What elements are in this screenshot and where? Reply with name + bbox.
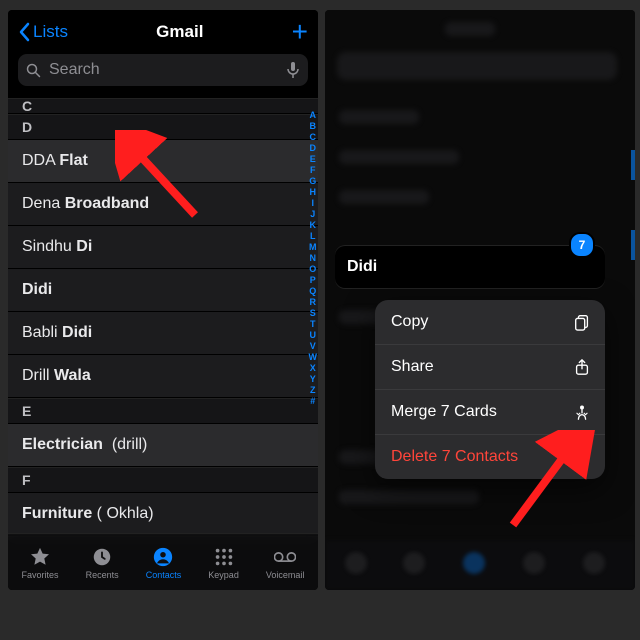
back-label: Lists [33,22,68,42]
copy-icon [573,313,591,331]
contact-row[interactable]: Furniture ( Okhla) [8,493,318,536]
page-title: Gmail [156,22,203,42]
tab-contacts[interactable]: Contacts [146,546,182,580]
contacts-list[interactable]: C D DDA Flat Dena Broadband Sindhu Di Di… [8,98,318,540]
index-letter[interactable]: Q [309,286,316,297]
menu-merge[interactable]: Merge 7 Cards [375,390,605,435]
add-contact-button[interactable]: + [292,18,308,46]
contact-row[interactable]: Dena Broadband [8,183,318,226]
index-letter[interactable]: V [310,341,316,352]
contacts-list-screen: Lists Gmail + C D DDA Flat Dena Broadban… [8,10,318,590]
selection-count-badge: 7 [569,232,595,258]
menu-delete[interactable]: Delete 7 Contacts [375,435,605,479]
tab-voicemail[interactable]: Voicemail [266,546,305,580]
contact-row[interactable]: DDA Flat [8,140,318,183]
tab-keypad[interactable]: Keypad [208,546,239,580]
index-letter[interactable]: F [310,165,316,176]
index-letter[interactable]: S [310,308,316,319]
index-letter[interactable]: J [310,209,315,220]
contact-row[interactable]: Babli Didi [8,312,318,355]
index-letter[interactable]: B [310,121,317,132]
voicemail-icon [274,546,296,568]
person-circle-icon [152,546,174,568]
index-letter[interactable]: I [311,198,314,209]
index-letter[interactable]: H [310,187,317,198]
search-field-wrap[interactable] [18,54,308,86]
index-letter[interactable]: C [310,132,317,143]
dictation-icon[interactable] [286,61,300,79]
menu-copy[interactable]: Copy [375,300,605,345]
selected-contact-name: Didi [347,258,377,276]
clock-icon [91,546,113,568]
index-letter[interactable]: P [310,275,316,286]
index-letter[interactable]: T [310,319,316,330]
contact-row[interactable]: Drill Wala [8,355,318,398]
tab-favorites[interactable]: Favorites [22,546,59,580]
navigation-bar: Lists Gmail + [8,10,318,54]
tab-bar: Favorites Recents Contacts Keypad [8,533,318,590]
index-letter[interactable]: K [310,220,317,231]
contact-row[interactable]: Sindhu Di [8,226,318,269]
trash-icon [573,448,591,466]
index-letter[interactable]: Y [310,374,316,385]
merge-icon [573,403,591,421]
tab-recents[interactable]: Recents [86,546,119,580]
index-letter[interactable]: Z [310,385,316,396]
section-header-e: E [8,398,318,424]
index-letter[interactable]: N [310,253,317,264]
index-letter[interactable]: X [310,363,316,374]
chevron-left-icon [18,22,30,42]
contact-row[interactable]: Didi [8,269,318,312]
section-header-f: F [8,467,318,493]
index-letter[interactable]: D [310,143,317,154]
menu-share[interactable]: Share [375,345,605,390]
index-letter[interactable]: W [309,352,318,363]
context-menu: Copy Share Merge 7 Cards Delete 7 Contac… [375,300,605,479]
index-letter[interactable]: G [309,176,316,187]
section-header-d: D [8,114,318,140]
alphabet-index[interactable]: ABCDEFGHIJKLMNOPQRSTUVWXYZ# [309,110,318,407]
index-letter[interactable]: M [309,242,317,253]
index-letter[interactable]: O [309,264,316,275]
keypad-icon [213,546,235,568]
search-input[interactable] [47,60,280,80]
section-header-c: C [8,98,318,114]
index-letter[interactable]: # [310,396,315,407]
search-icon [26,63,41,78]
search-bar [8,54,318,94]
back-button[interactable]: Lists [18,22,68,42]
star-icon [29,546,51,568]
index-letter[interactable]: E [310,154,316,165]
context-menu-screen: Didi 7 Copy Share Merge 7 Cards Delete 7… [325,10,635,590]
share-icon [573,358,591,376]
index-letter[interactable]: R [310,297,317,308]
contact-row[interactable]: Electrician (drill) [8,424,318,467]
index-letter[interactable]: A [310,110,317,121]
index-letter[interactable]: L [310,231,316,242]
selected-contact-preview[interactable]: Didi 7 [335,245,605,289]
index-letter[interactable]: U [310,330,317,341]
